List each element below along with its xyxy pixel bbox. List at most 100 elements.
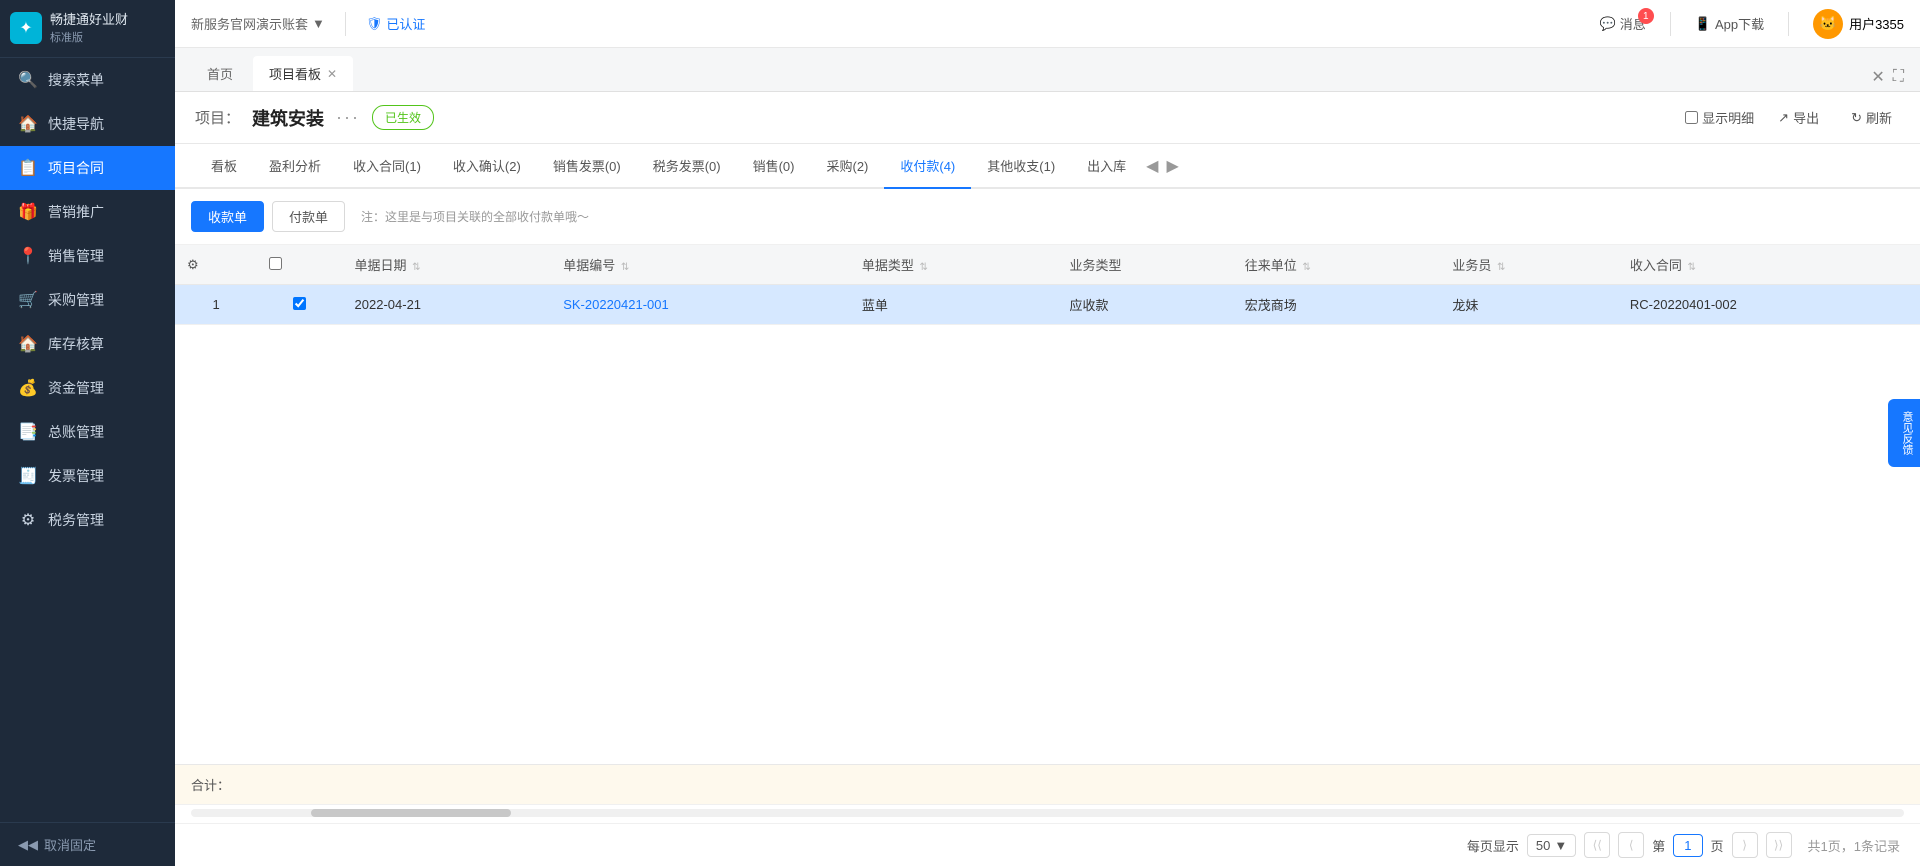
show-detail-checkbox[interactable]: 显示明细 [1685,108,1754,127]
sidebar-icon: 🎁 [18,202,38,222]
data-table: ⚙单据日期 ⇅单据编号 ⇅单据类型 ⇅业务类型往来单位 ⇅业务员 ⇅收入合同 ⇅… [175,245,1920,325]
sub-nav-right-arrow[interactable]: ▶ [1162,156,1182,176]
sort-icon: ⇅ [1688,262,1696,273]
tab-project-board[interactable]: 项目看板 ✕ [253,56,353,91]
user-menu[interactable]: 🐱 用户3355 [1813,9,1904,39]
table-row[interactable]: 1 2022-04-21 SK-20220421-001 蓝单 应收款 宏茂商场… [175,285,1920,325]
sidebar-item-税务管理[interactable]: ⚙ 税务管理 [0,498,175,542]
sub-nav-item-收入合同(1)[interactable]: 收入合同(1) [337,144,437,189]
sidebar-item-项目合同[interactable]: 📋 项目合同 [0,146,175,190]
summary-row: 合计： [175,764,1920,804]
feedback-button[interactable]: 意见反馈 [1888,399,1920,467]
col-header-contract[interactable]: 收入合同 ⇅ [1618,245,1920,285]
horizontal-scrollbar[interactable] [175,804,1920,823]
show-detail-input[interactable] [1685,111,1698,124]
row-checkbox[interactable] [293,297,306,310]
sidebar-item-label: 资金管理 [48,378,104,398]
sidebar-item-搜索菜单[interactable]: 🔍 搜索菜单 [0,58,175,102]
select-all-checkbox[interactable] [269,257,282,270]
sub-nav-item-收付款(4)[interactable]: 收付款(4) [884,144,971,189]
table-wrapper: ⚙单据日期 ⇅单据编号 ⇅单据类型 ⇅业务类型往来单位 ⇅业务员 ⇅收入合同 ⇅… [175,245,1920,764]
certified-badge: 🛡 已认证 [366,14,426,33]
sidebar-item-总账管理[interactable]: 📑 总账管理 [0,410,175,454]
sidebar-footer-label: 取消固定 [44,835,96,854]
sidebar-item-采购管理[interactable]: 🛒 采购管理 [0,278,175,322]
pagination: 每页显示 50 ▼ ⟨⟨ ⟨ 第 1 页 ⟩ ⟩⟩ 共1页，1条记录 [175,823,1920,866]
sidebar-item-label: 营销推广 [48,202,104,222]
app-logo-text: 畅捷通好业财 标准版 [50,12,128,45]
sort-icon: ⇅ [621,262,629,273]
row-checkbox-cell[interactable] [257,285,342,325]
row-type: 蓝单 [850,285,1058,325]
window-maximize-button[interactable]: ⛶ [1893,68,1904,86]
sub-nav-item-销售发票(0)[interactable]: 销售发票(0) [537,144,637,189]
sidebar-icon: 📑 [18,422,38,442]
content-tabs: 收款单付款单注：这里是与项目关联的全部收付款单哦～ [175,189,1920,245]
sub-nav-item-销售(0)[interactable]: 销售(0) [737,144,811,189]
doc-number-link[interactable]: SK-20220421-001 [563,297,669,312]
sub-nav-item-出入库[interactable]: 出入库 [1071,144,1142,189]
col-header-type[interactable]: 单据类型 ⇅ [850,245,1058,285]
column-setting-icon[interactable]: ⚙ [187,257,199,272]
first-page-button[interactable]: ⟨⟨ [1584,832,1610,858]
page-header: 项目： 建筑安装 ··· 已生效 显示明细 ↗ 导出 ↻ 刷新 [175,92,1920,144]
col-header-setting: ⚙ [175,245,257,285]
page-size-select[interactable]: 50 ▼ [1527,834,1576,857]
sub-nav-item-盈利分析[interactable]: 盈利分析 [253,144,337,189]
sidebar-item-营销推广[interactable]: 🎁 营销推广 [0,190,175,234]
sidebar-item-label: 项目合同 [48,158,104,178]
project-label-text: 项目： [195,107,240,128]
unpin-icon: ◀◀ [18,837,38,853]
project-name: 新服务官网演示账套 [191,14,308,33]
sidebar-logo: ✦ 畅捷通好业财 标准版 [0,0,175,58]
topbar: 新服务官网演示账套 ▼ 🛡 已认证 💬 消息 1 📱 App下载 🐱 用户335… [175,0,1920,48]
col-header-salesman[interactable]: 业务员 ⇅ [1440,245,1618,285]
sidebar-footer[interactable]: ◀◀ 取消固定 [0,822,175,866]
row-contract: RC-20220401-002 [1618,285,1920,325]
sub-nav-item-其他收支(1)[interactable]: 其他收支(1) [971,144,1071,189]
last-page-button[interactable]: ⟩⟩ [1766,832,1792,858]
app-logo-icon: ✦ [10,12,42,44]
window-close-button[interactable]: ✕ [1871,67,1884,87]
main-content: 新服务官网演示账套 ▼ 🛡 已认证 💬 消息 1 📱 App下载 🐱 用户335… [175,0,1920,866]
sidebar-item-库存核算[interactable]: 🏠 库存核算 [0,322,175,366]
sub-nav-item-采购(2)[interactable]: 采购(2) [810,144,884,189]
more-options-button[interactable]: ··· [336,107,360,128]
col-header-partner[interactable]: 往来单位 ⇅ [1233,245,1441,285]
sidebar-scroll: 🔍 搜索菜单🏠 快捷导航📋 项目合同🎁 营销推广📍 销售管理🛒 采购管理🏠 库存… [0,58,175,822]
export-button[interactable]: ↗ 导出 [1770,104,1827,131]
current-page-input[interactable]: 1 [1673,834,1702,857]
sidebar-item-销售管理[interactable]: 📍 销售管理 [0,234,175,278]
tab-close-icon[interactable]: ✕ [327,68,337,80]
row-number[interactable]: SK-20220421-001 [551,285,850,325]
messages-badge: 1 [1638,8,1654,24]
table-header-row: ⚙单据日期 ⇅单据编号 ⇅单据类型 ⇅业务类型往来单位 ⇅业务员 ⇅收入合同 ⇅ [175,245,1920,285]
sub-nav-left-arrow[interactable]: ◀ [1142,156,1162,176]
col-header-number[interactable]: 单据编号 ⇅ [551,245,850,285]
next-page-button[interactable]: ⟩ [1732,832,1758,858]
messages-button[interactable]: 💬 消息 1 [1600,14,1646,33]
sub-nav-item-收入确认(2)[interactable]: 收入确认(2) [437,144,537,189]
col-header-date[interactable]: 单据日期 ⇅ [343,245,552,285]
content-tab-付款单[interactable]: 付款单 [272,201,345,232]
prev-page-button[interactable]: ⟨ [1618,832,1644,858]
project-selector[interactable]: 新服务官网演示账套 ▼ [191,14,325,33]
sub-nav: 看板盈利分析收入合同(1)收入确认(2)销售发票(0)税务发票(0)销售(0)采… [175,144,1920,189]
sub-nav-item-税务发票(0)[interactable]: 税务发票(0) [637,144,737,189]
sidebar: ✦ 畅捷通好业财 标准版 🔍 搜索菜单🏠 快捷导航📋 项目合同🎁 营销推广📍 销… [0,0,175,866]
user-avatar: 🐱 [1813,9,1843,39]
refresh-button[interactable]: ↻ 刷新 [1843,104,1900,131]
sidebar-item-快捷导航[interactable]: 🏠 快捷导航 [0,102,175,146]
window-controls: ✕ ⛶ [1871,67,1904,91]
app-download-button[interactable]: 📱 App下载 [1695,14,1764,33]
tab-project-label: 项目看板 [269,64,321,83]
scroll-thumb[interactable] [311,809,511,817]
sidebar-item-发票管理[interactable]: 🧾 发票管理 [0,454,175,498]
tab-home[interactable]: 首页 [191,56,249,91]
sub-nav-item-看板[interactable]: 看板 [195,144,253,189]
sidebar-item-label: 快捷导航 [48,114,104,134]
sidebar-item-资金管理[interactable]: 💰 资金管理 [0,366,175,410]
content-tab-收款单[interactable]: 收款单 [191,201,264,232]
page-prefix: 第 [1652,836,1665,855]
message-icon: 💬 [1600,16,1616,32]
